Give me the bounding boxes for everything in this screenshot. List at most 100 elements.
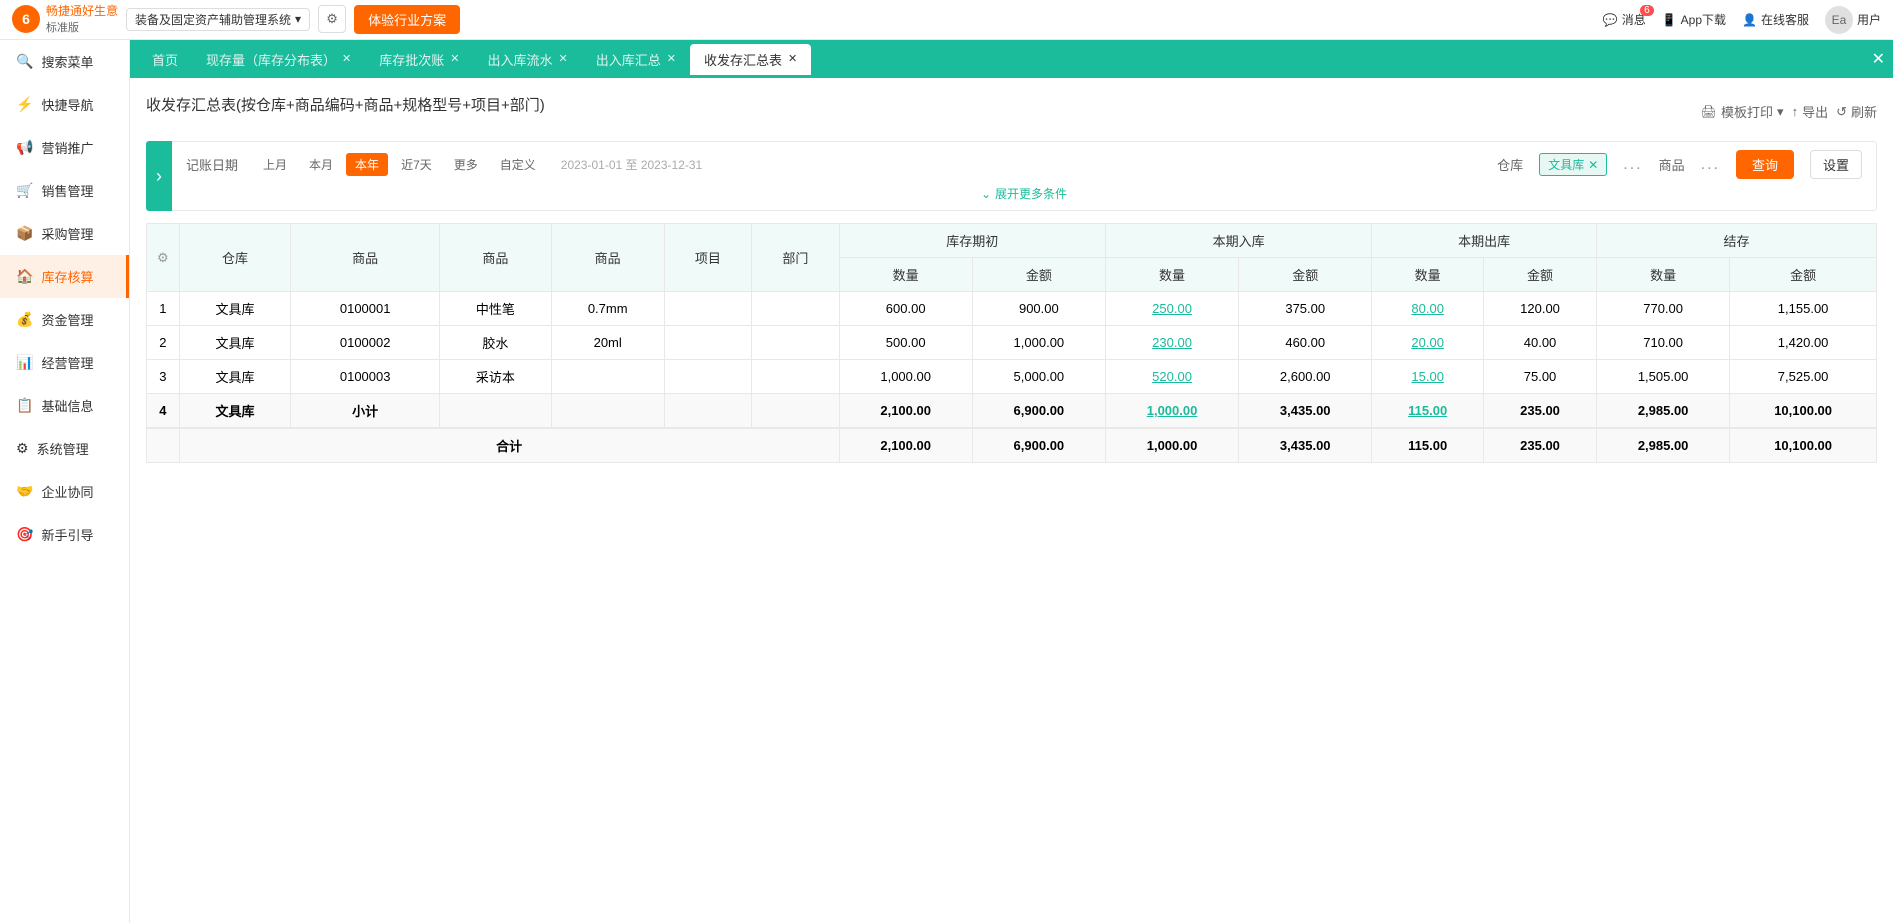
- tab-inout-flow[interactable]: 出入库流水 ✕: [473, 44, 581, 75]
- sidebar-item-nav[interactable]: ⚡ 快捷导航: [0, 83, 129, 126]
- sidebar-item-operations[interactable]: 📊 经营管理: [0, 341, 129, 384]
- warehouse-more-dots[interactable]: ...: [1623, 156, 1642, 174]
- tab-close-icon[interactable]: ✕: [450, 54, 459, 65]
- row-in-qty-link[interactable]: 250.00: [1105, 292, 1238, 326]
- guide-icon: 🎯: [16, 526, 33, 543]
- subtotal-out-qty[interactable]: 115.00: [1372, 394, 1484, 429]
- subtotal-in-qty[interactable]: 1,000.00: [1105, 394, 1238, 429]
- message-action[interactable]: 💬 消息 6: [1603, 11, 1646, 28]
- subtotal-empty4: [752, 394, 839, 429]
- row-project: [664, 292, 751, 326]
- date-btn-this-year[interactable]: 本年: [346, 153, 388, 176]
- app-download-action[interactable]: 📱 App下载: [1662, 11, 1726, 28]
- sidebar-item-inventory[interactable]: 🏠 库存核算: [0, 255, 129, 298]
- header-right: 💬 消息 6 📱 App下载 👤 在线客服 Ea 用户: [1603, 6, 1881, 34]
- table-settings-header[interactable]: ⚙: [147, 224, 180, 292]
- row-out-qty-link[interactable]: 20.00: [1372, 326, 1484, 360]
- tab-stock-dist[interactable]: 现存量（库存分布表） ✕: [192, 44, 365, 75]
- table-subtotal-row: 4 文具库 小计 2,100.00 6,900.00 1,000.00 3,43…: [147, 394, 1877, 429]
- sidebar-item-sales[interactable]: 🛒 销售管理: [0, 169, 129, 212]
- table-sub-open-qty: 数量: [839, 258, 972, 292]
- date-btn-this-month[interactable]: 本月: [300, 153, 342, 176]
- printer-icon: 🖨: [1701, 104, 1718, 120]
- sidebar-item-finance[interactable]: 💰 资金管理: [0, 298, 129, 341]
- row-out-amt: 75.00: [1484, 360, 1597, 394]
- purchase-icon: 📦: [16, 225, 33, 242]
- row-out-qty-link[interactable]: 15.00: [1372, 360, 1484, 394]
- row-name: 胶水: [440, 326, 552, 360]
- row-in-amt: 2,600.00: [1239, 360, 1372, 394]
- user-action[interactable]: Ea 用户: [1825, 6, 1881, 34]
- row-open-amt: 1,000.00: [972, 326, 1105, 360]
- refresh-icon: ↺: [1836, 104, 1847, 120]
- sidebar-item-marketing[interactable]: 📢 营销推广: [0, 126, 129, 169]
- table-header-closing: 结存: [1597, 224, 1877, 258]
- row-out-qty-link[interactable]: 80.00: [1372, 292, 1484, 326]
- row-in-qty-link[interactable]: 230.00: [1105, 326, 1238, 360]
- logo-text-area: 畅捷通好生意 标准版: [46, 4, 118, 34]
- sidebar-item-collab[interactable]: 🤝 企业协同: [0, 470, 129, 513]
- row-open-qty: 1,000.00: [839, 360, 972, 394]
- close-all-tabs-button[interactable]: ✕: [1872, 49, 1885, 69]
- table-sub-close-qty: 数量: [1597, 258, 1730, 292]
- sidebar-item-search[interactable]: 🔍 搜索菜单: [0, 40, 129, 83]
- filter-area: › 记账日期 上月 本月 本年 近7天 更多 自定义: [146, 141, 1877, 211]
- date-label: 记账日期: [186, 155, 238, 174]
- goods-label: 商品: [1659, 155, 1685, 174]
- date-btn-more[interactable]: 更多: [445, 153, 487, 176]
- warehouse-tag-close-icon[interactable]: ✕: [1588, 158, 1598, 172]
- tab-inout-summary[interactable]: 出入库汇总 ✕: [582, 44, 690, 75]
- data-table: ⚙ 仓库 商品 商品 商品 项目 部门 库存期初 本期入库 本期出库 结存: [146, 223, 1877, 463]
- tab-close-icon[interactable]: ✕: [667, 54, 676, 65]
- export-icon: ↑: [1792, 104, 1799, 119]
- main-layout: 🔍 搜索菜单 ⚡ 快捷导航 📢 营销推广 🛒 销售管理 📦 采购管理 🏠 库存核…: [0, 40, 1893, 923]
- date-btn-custom[interactable]: 自定义: [491, 153, 545, 176]
- row-code: 0100001: [291, 292, 440, 326]
- settings-button[interactable]: 设置: [1810, 150, 1862, 179]
- tab-home[interactable]: 首页: [138, 44, 192, 75]
- row-project: [664, 360, 751, 394]
- row-open-qty: 500.00: [839, 326, 972, 360]
- row-num: 1: [147, 292, 180, 326]
- row-open-amt: 5,000.00: [972, 360, 1105, 394]
- subtotal-in-amt: 3,435.00: [1239, 394, 1372, 429]
- total-label: 合计: [179, 428, 839, 463]
- refresh-btn[interactable]: ↺ 刷新: [1836, 102, 1877, 121]
- tab-close-icon[interactable]: ✕: [559, 54, 568, 65]
- system-title-dropdown[interactable]: 装备及固定资产辅助管理系统 ▾: [126, 8, 310, 31]
- print-template-btn[interactable]: 🖨 模板打印 ▾: [1701, 102, 1784, 121]
- logo-icon: 6: [12, 5, 40, 33]
- date-btn-last-month[interactable]: 上月: [254, 153, 296, 176]
- expand-conditions-btn[interactable]: ⌄ 展开更多条件: [981, 185, 1067, 202]
- settings-icon-btn[interactable]: ⚙: [318, 5, 346, 33]
- row-close-amt: 1,420.00: [1730, 326, 1877, 360]
- tab-batch-account[interactable]: 库存批次账 ✕: [365, 44, 473, 75]
- subtotal-empty3: [664, 394, 751, 429]
- row-in-qty-link[interactable]: 520.00: [1105, 360, 1238, 394]
- row-num: 2: [147, 326, 180, 360]
- tab-close-icon[interactable]: ✕: [342, 54, 351, 65]
- goods-more-dots[interactable]: ...: [1701, 156, 1720, 174]
- filter-toggle-btn[interactable]: ›: [146, 141, 172, 211]
- trial-button[interactable]: 体验行业方案: [354, 5, 460, 34]
- online-service-action[interactable]: 👤 在线客服: [1742, 11, 1809, 28]
- total-close-qty: 2,985.00: [1597, 428, 1730, 463]
- export-btn[interactable]: ↑ 导出: [1792, 102, 1829, 121]
- row-close-amt: 1,155.00: [1730, 292, 1877, 326]
- date-btn-7days[interactable]: 近7天: [392, 153, 441, 176]
- sidebar-item-purchase[interactable]: 📦 采购管理: [0, 212, 129, 255]
- row-out-amt: 40.00: [1484, 326, 1597, 360]
- sidebar-item-basic-info[interactable]: 📋 基础信息: [0, 384, 129, 427]
- gear-icon: ⚙: [157, 250, 169, 265]
- row-spec: 0.7mm: [551, 292, 664, 326]
- subtotal-open-qty: 2,100.00: [839, 394, 972, 429]
- table-sub-in-amt: 金额: [1239, 258, 1372, 292]
- sidebar-item-system[interactable]: ⚙ 系统管理: [0, 427, 129, 470]
- chevron-down-icon: ⌄: [981, 187, 991, 201]
- page-content: 收发存汇总表(按仓库+商品编码+商品+规格型号+项目+部门) 🖨 模板打印 ▾ …: [130, 78, 1893, 923]
- tab-stock-summary[interactable]: 收发存汇总表 ✕: [690, 44, 811, 75]
- tab-close-icon[interactable]: ✕: [788, 54, 797, 65]
- query-button[interactable]: 查询: [1736, 150, 1794, 179]
- sidebar-item-guide[interactable]: 🎯 新手引导: [0, 513, 129, 556]
- date-range-text: 2023-01-01 至 2023-12-31: [561, 156, 702, 173]
